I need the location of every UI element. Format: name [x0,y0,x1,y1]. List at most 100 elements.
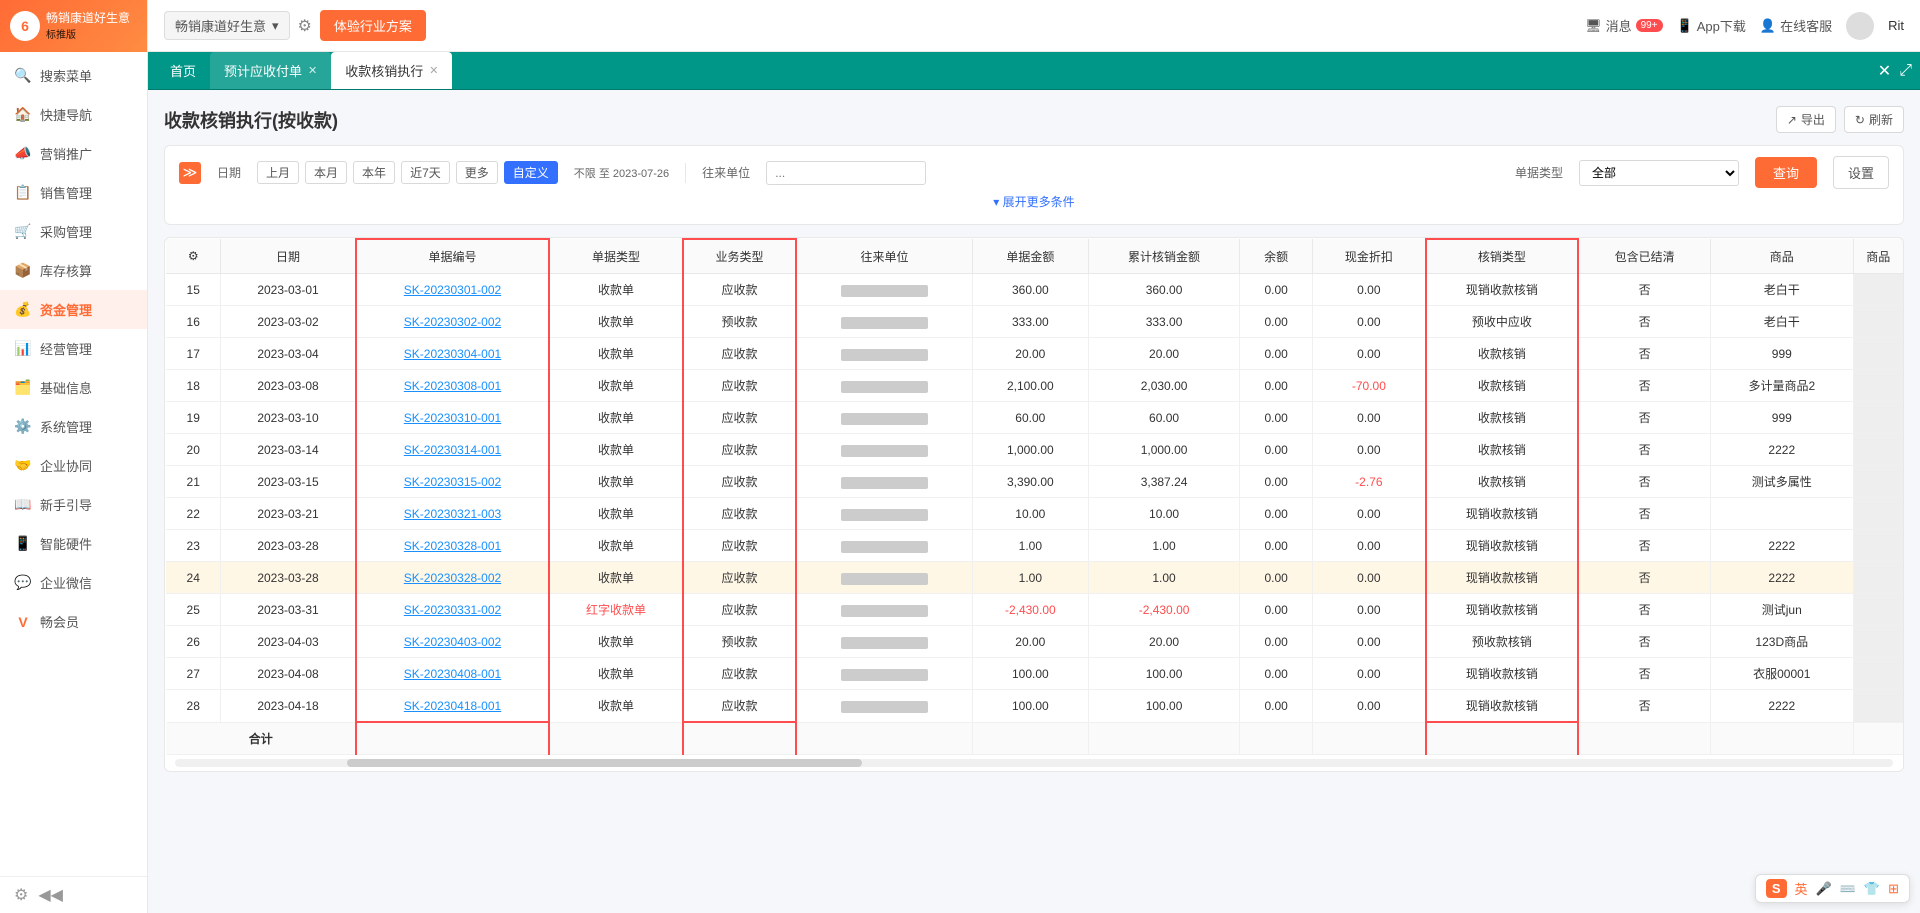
ime-grid-icon[interactable]: ⊞ [1888,881,1899,897]
purchase-icon: 🛒 [14,223,32,240]
cell-biz-type: 应收款 [683,690,797,723]
export-button[interactable]: ↗ 导出 [1776,106,1836,133]
doc-no-link[interactable]: SK-20230328-001 [404,539,501,553]
cell-partner: ██████ [796,658,972,690]
last-7-days-btn[interactable]: 近7天 [401,161,450,184]
tab-collection-close[interactable]: ✕ [429,64,438,77]
last-month-btn[interactable]: 上月 [257,161,299,184]
sidebar-item-finance[interactable]: 💰 资金管理 [0,290,147,329]
more-date-btn[interactable]: 更多 [456,161,498,184]
filter-toggle-button[interactable]: ≫ [179,162,201,184]
ime-lang[interactable]: 英 [1795,879,1808,898]
doc-no-link[interactable]: SK-20230315-002 [404,475,501,489]
cell-product2 [1853,306,1903,338]
query-button[interactable]: 查询 [1755,157,1817,188]
doc-no-link[interactable]: SK-20230310-001 [404,411,501,425]
cell-product2 [1853,498,1903,530]
cell-balance: 0.00 [1240,658,1313,690]
sidebar-item-label: 系统管理 [40,417,92,436]
doc-no-link[interactable]: SK-20230408-001 [404,667,501,681]
sidebar-item-wechat[interactable]: 💬 企业微信 [0,563,147,602]
cell-doc-type: 收款单 [549,306,682,338]
table-scrollbar[interactable] [175,759,1893,767]
table-row: 19 2023-03-10 SK-20230310-001 收款单 应收款 ██… [166,402,1903,434]
cell-amount: 1.00 [972,562,1088,594]
sidebar-item-marketing[interactable]: 📣 营销推广 [0,134,147,173]
cell-balance: 0.00 [1240,498,1313,530]
this-year-btn[interactable]: 本年 [353,161,395,184]
doc-type-select[interactable]: 全部 收款单 红字收款单 [1579,160,1739,186]
sidebar-item-label: 搜索菜单 [40,66,92,85]
cell-writeoff-type: 收款核销 [1426,402,1579,434]
topbar-gear-icon[interactable]: ⚙ [298,16,312,36]
sidebar-item-member[interactable]: V 畅会员 [0,602,147,641]
tab-prepay[interactable]: 预计应收付单 ✕ [210,52,331,89]
sidebar-item-corp[interactable]: 🤝 企业协同 [0,446,147,485]
app-download-button[interactable]: 📱 App下载 [1677,16,1746,35]
home-icon: 🏠 [14,106,32,123]
expand-more-btn[interactable]: ▾ 展开更多条件 [179,189,1889,214]
sidebar-item-inventory[interactable]: 📦 库存核算 [0,251,147,290]
collapse-icon[interactable]: ◀◀ [38,885,63,905]
sidebar-item-sales[interactable]: 📋 销售管理 [0,173,147,212]
sidebar-item-hardware[interactable]: 📱 智能硬件 [0,524,147,563]
ime-shirt-icon[interactable]: 👕 [1864,881,1880,897]
cell-partner: ██████ [796,562,972,594]
ime-keyboard-icon[interactable]: ⌨️ [1840,881,1856,897]
doc-no-link[interactable]: SK-20230418-001 [404,699,501,713]
scrollbar-thumb [347,759,862,767]
doc-no-link[interactable]: SK-20230304-001 [404,347,501,361]
doc-no-link[interactable]: SK-20230308-001 [404,379,501,393]
ime-mic-icon[interactable]: 🎤 [1816,881,1832,897]
cell-writeoff-type: 预收款核销 [1426,626,1579,658]
table-body: 15 2023-03-01 SK-20230301-002 收款单 应收款 ██… [166,274,1903,723]
app-label: App下载 [1697,16,1746,35]
sidebar-item-label: 采购管理 [40,222,92,241]
doc-no-link[interactable]: SK-20230403-002 [404,635,501,649]
cell-doc-type: 收款单 [549,402,682,434]
sidebar-item-basic[interactable]: 🗂️ 基础信息 [0,368,147,407]
main-table: ⚙ 日期 单据编号 单据类型 业务类型 往来单位 单据金额 累计核销金额 余额 … [165,238,1903,755]
settings-icon[interactable]: ⚙ [14,885,28,905]
doc-no-link[interactable]: SK-20230302-002 [404,315,501,329]
sidebar-item-purchase[interactable]: 🛒 采购管理 [0,212,147,251]
message-button[interactable]: 🖥 消息 99+ [1585,16,1663,35]
cell-partner: ██████ [796,370,972,402]
cell-writeoff-type: 收款核销 [1426,466,1579,498]
partner-input[interactable] [766,161,926,185]
close-all-icon[interactable]: ✕ [1878,61,1891,81]
setting-button[interactable]: 设置 [1833,156,1889,189]
sidebar-item-system[interactable]: ⚙️ 系统管理 [0,407,147,446]
tab-collection[interactable]: 收款核销执行 ✕ [331,52,452,89]
cell-product: 999 [1711,402,1853,434]
ime-toolbar: S 英 🎤 ⌨️ 👕 ⊞ [1755,874,1910,903]
col-biz-type: 业务类型 [683,239,797,274]
tab-home[interactable]: 首页 [156,52,210,89]
doc-no-link[interactable]: SK-20230314-001 [404,443,501,457]
col-amount: 单据金额 [972,239,1088,274]
refresh-button[interactable]: ↻ 刷新 [1844,106,1904,133]
sidebar-item-guide[interactable]: 📖 新手引导 [0,485,147,524]
user-avatar[interactable] [1846,12,1874,40]
sidebar-item-operations[interactable]: 📊 经营管理 [0,329,147,368]
solution-button[interactable]: 体验行业方案 [320,10,426,41]
col-balance: 余额 [1240,239,1313,274]
cell-no: 23 [166,530,221,562]
cell-writeoff-type: 现销收款核销 [1426,498,1579,530]
tab-prepay-close[interactable]: ✕ [308,64,317,77]
doc-no-link[interactable]: SK-20230328-002 [404,571,501,585]
doc-no-link[interactable]: SK-20230321-003 [404,507,501,521]
page-actions: ↗ 导出 ↻ 刷新 [1776,106,1904,133]
custom-date-btn[interactable]: 自定义 [504,161,558,184]
service-button[interactable]: 👤 在线客服 [1760,16,1832,35]
col-settings[interactable]: ⚙ [166,239,221,274]
workspace-selector[interactable]: 畅销康道好生意 ▾ [164,11,290,40]
sidebar-item-quick-nav[interactable]: 🏠 快捷导航 [0,95,147,134]
expand-icon[interactable]: ⤢ [1899,62,1912,80]
sidebar-item-search[interactable]: 🔍 搜索菜单 [0,56,147,95]
doc-no-link[interactable]: SK-20230331-002 [404,603,501,617]
this-month-btn[interactable]: 本月 [305,161,347,184]
doc-no-link[interactable]: SK-20230301-002 [404,283,501,297]
table-row: 24 2023-03-28 SK-20230328-002 收款单 应收款 ██… [166,562,1903,594]
logo-sub: 标推版 [46,26,130,41]
